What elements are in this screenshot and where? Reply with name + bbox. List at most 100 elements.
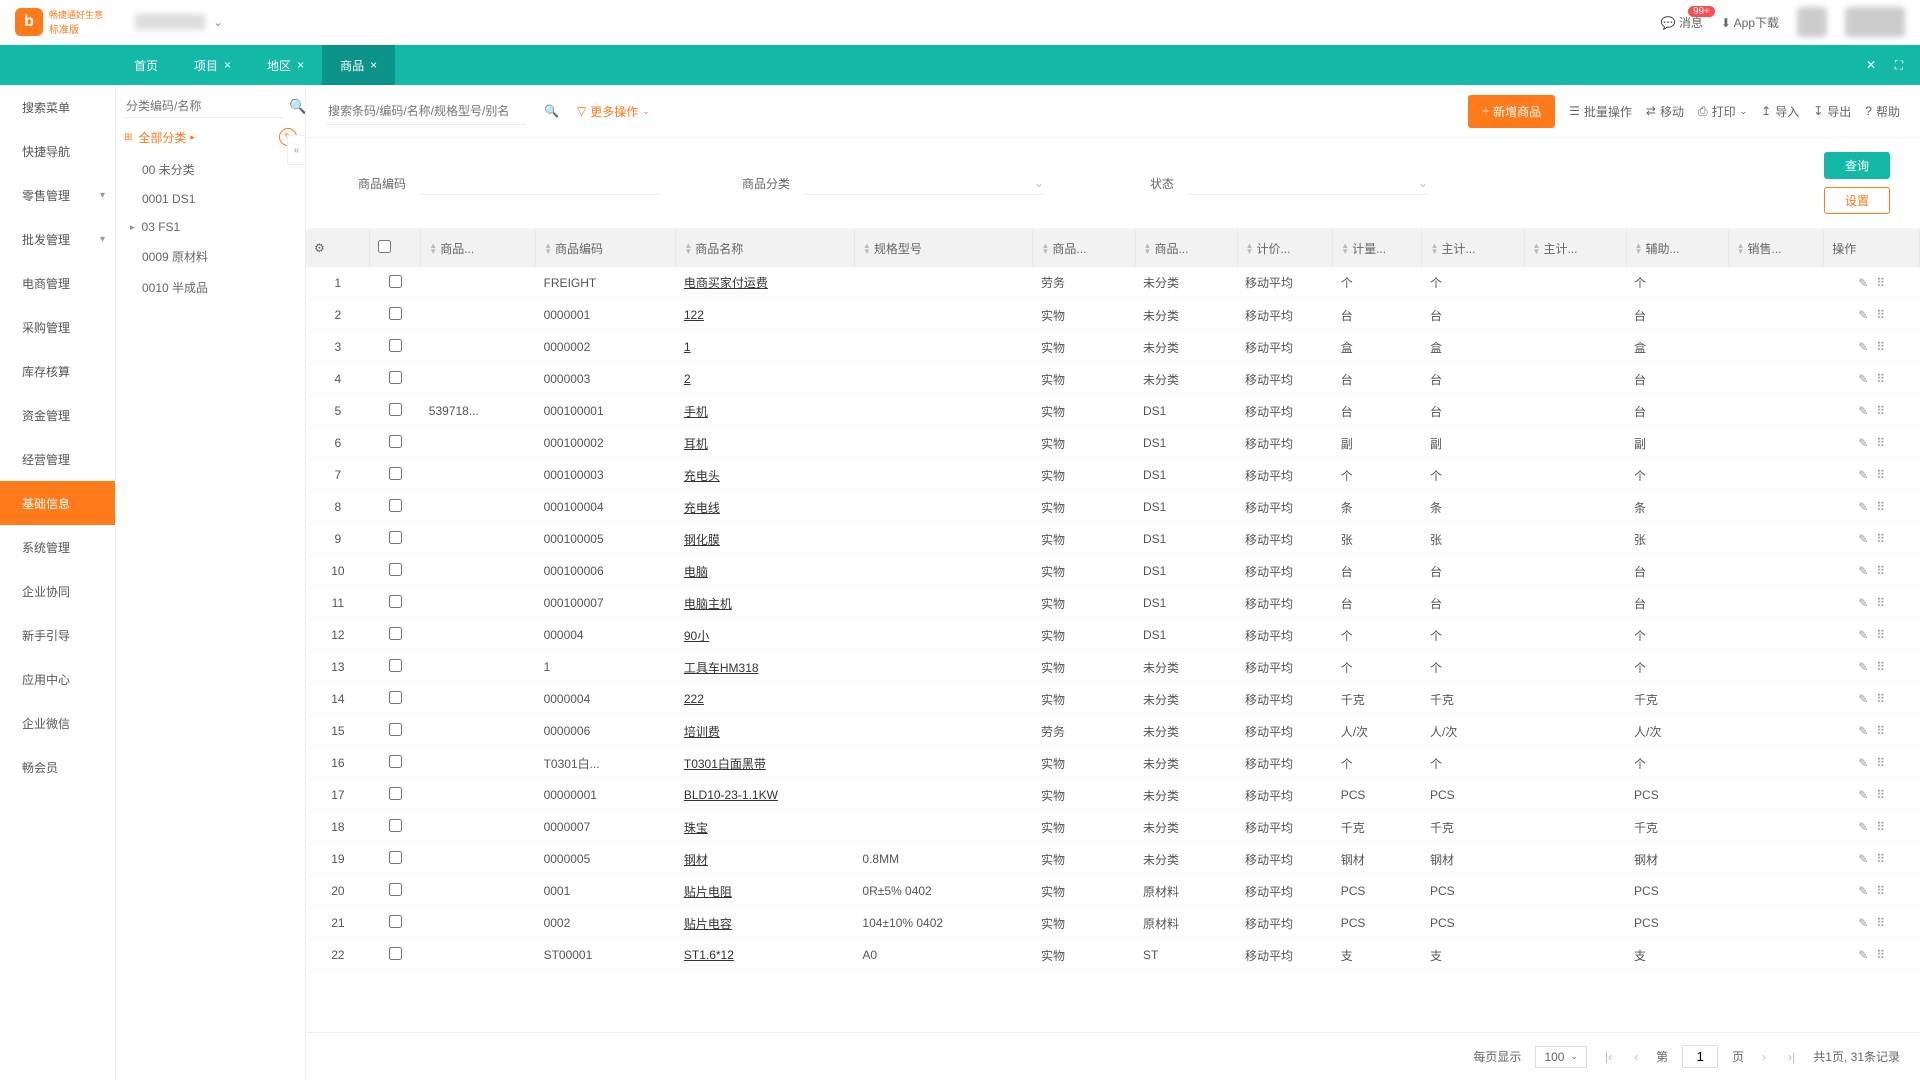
row-checkbox[interactable] [389,371,402,384]
edit-icon[interactable]: ✎ [1858,308,1868,322]
more-icon[interactable]: ⠿ [1876,564,1885,578]
more-icon[interactable]: ⠿ [1876,532,1885,546]
company-dropdown[interactable]: ⌄ [135,14,223,30]
sidebar-item-零售管理[interactable]: 零售管理▾ [0,173,115,217]
search-icon[interactable]: 🔍 [544,104,559,118]
row-checkbox[interactable] [389,691,402,704]
category-item[interactable]: 0001 DS1 [124,185,297,213]
edit-icon[interactable]: ✎ [1858,628,1868,642]
sidebar-item-基础信息[interactable]: 基础信息 [0,481,115,525]
last-page-icon[interactable]: ›| [1784,1050,1799,1064]
category-search-input[interactable] [124,95,283,118]
row-checkbox[interactable] [389,467,402,480]
query-button[interactable]: 查询 [1824,152,1890,179]
more-icon[interactable]: ⠿ [1876,404,1885,418]
more-icon[interactable]: ⠿ [1876,436,1885,450]
batch-link[interactable]: ☰批量操作 [1569,103,1632,120]
row-name-link[interactable]: 贴片电阻 [676,875,855,907]
category-item[interactable]: 0010 半成品 [124,272,297,303]
filter-category-select[interactable]: ⌄ [804,171,1044,195]
row-checkbox[interactable] [389,627,402,640]
column-header[interactable]: ▲▼商品... [421,229,536,267]
row-checkbox[interactable] [389,947,402,960]
row-name-link[interactable]: 手机 [676,395,855,427]
first-page-icon[interactable]: |‹ [1601,1050,1616,1064]
edit-icon[interactable]: ✎ [1858,532,1868,546]
user-name[interactable] [1845,7,1905,37]
column-header[interactable]: ▲▼商品... [1135,229,1237,267]
sidebar-item-企业协同[interactable]: 企业协同 [0,569,115,613]
more-icon[interactable]: ⠿ [1876,948,1885,962]
more-icon[interactable]: ⠿ [1876,820,1885,834]
edit-icon[interactable]: ✎ [1858,692,1868,706]
sidebar-item-系统管理[interactable]: 系统管理 [0,525,115,569]
sidebar-item-畅会员[interactable]: 畅会员 [0,745,115,789]
category-item[interactable]: 00 未分类 [124,154,297,185]
column-header[interactable]: ▲▼主计... [1422,229,1524,267]
more-icon[interactable]: ⠿ [1876,628,1885,642]
search-icon[interactable]: 🔍 [289,98,306,115]
column-header[interactable]: 操作 [1824,229,1920,267]
close-all-icon[interactable]: ✕ [1860,54,1882,76]
messages-link[interactable]: 💬 消息 99+ [1661,14,1703,31]
row-checkbox[interactable] [389,755,402,768]
sidebar-item-资金管理[interactable]: 资金管理 [0,393,115,437]
page-input[interactable] [1682,1045,1718,1068]
row-name-link[interactable]: 电商买家付运费 [676,267,855,299]
more-icon[interactable]: ⠿ [1876,692,1885,706]
category-item[interactable]: 03 FS1 [124,213,297,241]
column-header[interactable]: ▲▼商品... [1033,229,1135,267]
edit-icon[interactable]: ✎ [1858,660,1868,674]
row-checkbox[interactable] [389,915,402,928]
add-product-button[interactable]: +新增商品 [1468,95,1555,128]
edit-icon[interactable]: ✎ [1858,756,1868,770]
row-name-link[interactable]: 充电线 [676,491,855,523]
close-icon[interactable]: × [224,58,231,72]
more-icon[interactable]: ⠿ [1876,276,1885,290]
edit-icon[interactable]: ✎ [1858,340,1868,354]
row-name-link[interactable]: 贴片电容 [676,907,855,939]
row-name-link[interactable]: 电脑 [676,555,855,587]
tab-地区[interactable]: 地区× [249,45,322,85]
table-wrap[interactable]: ⚙▲▼商品...▲▼商品编码▲▼商品名称▲▼规格型号▲▼商品...▲▼商品...… [306,229,1920,1032]
row-name-link[interactable]: 培训费 [676,715,855,747]
edit-icon[interactable]: ✎ [1858,404,1868,418]
column-header[interactable] [370,229,421,267]
row-name-link[interactable]: 222 [676,683,855,715]
move-link[interactable]: ⇄移动 [1646,103,1684,120]
row-checkbox[interactable] [389,307,402,320]
edit-icon[interactable]: ✎ [1858,468,1868,482]
more-icon[interactable]: ⠿ [1876,340,1885,354]
select-all-checkbox[interactable] [378,240,391,253]
tab-项目[interactable]: 项目× [176,45,249,85]
edit-icon[interactable]: ✎ [1858,916,1868,930]
row-name-link[interactable]: 122 [676,299,855,331]
row-name-link[interactable]: 90小 [676,619,855,651]
edit-icon[interactable]: ✎ [1858,372,1868,386]
next-page-icon[interactable]: › [1758,1050,1770,1064]
row-name-link[interactable]: T0301白面黑带 [676,747,855,779]
sidebar-item-库存核算[interactable]: 库存核算 [0,349,115,393]
column-header[interactable]: ▲▼主计... [1524,229,1626,267]
more-icon[interactable]: ⠿ [1876,308,1885,322]
more-icon[interactable]: ⠿ [1876,756,1885,770]
sidebar-item-应用中心[interactable]: 应用中心 [0,657,115,701]
row-name-link[interactable]: 电脑主机 [676,587,855,619]
row-name-link[interactable]: 充电头 [676,459,855,491]
row-checkbox[interactable] [389,851,402,864]
row-name-link[interactable]: 钢材 [676,843,855,875]
more-icon[interactable]: ⠿ [1876,916,1885,930]
edit-icon[interactable]: ✎ [1858,852,1868,866]
settings-button[interactable]: 设置 [1824,187,1890,214]
row-checkbox[interactable] [389,339,402,352]
sidebar-item-电商管理[interactable]: 电商管理 [0,261,115,305]
row-checkbox[interactable] [389,595,402,608]
sidebar-item-采购管理[interactable]: 采购管理 [0,305,115,349]
row-checkbox[interactable] [389,499,402,512]
column-header[interactable]: ▲▼规格型号 [854,229,1033,267]
row-name-link[interactable]: 2 [676,363,855,395]
sidebar-item-快捷导航[interactable]: 快捷导航 [0,129,115,173]
product-search-input[interactable] [326,98,526,125]
sidebar-item-新手引导[interactable]: 新手引导 [0,613,115,657]
row-name-link[interactable]: 工具车HM318 [676,651,855,683]
